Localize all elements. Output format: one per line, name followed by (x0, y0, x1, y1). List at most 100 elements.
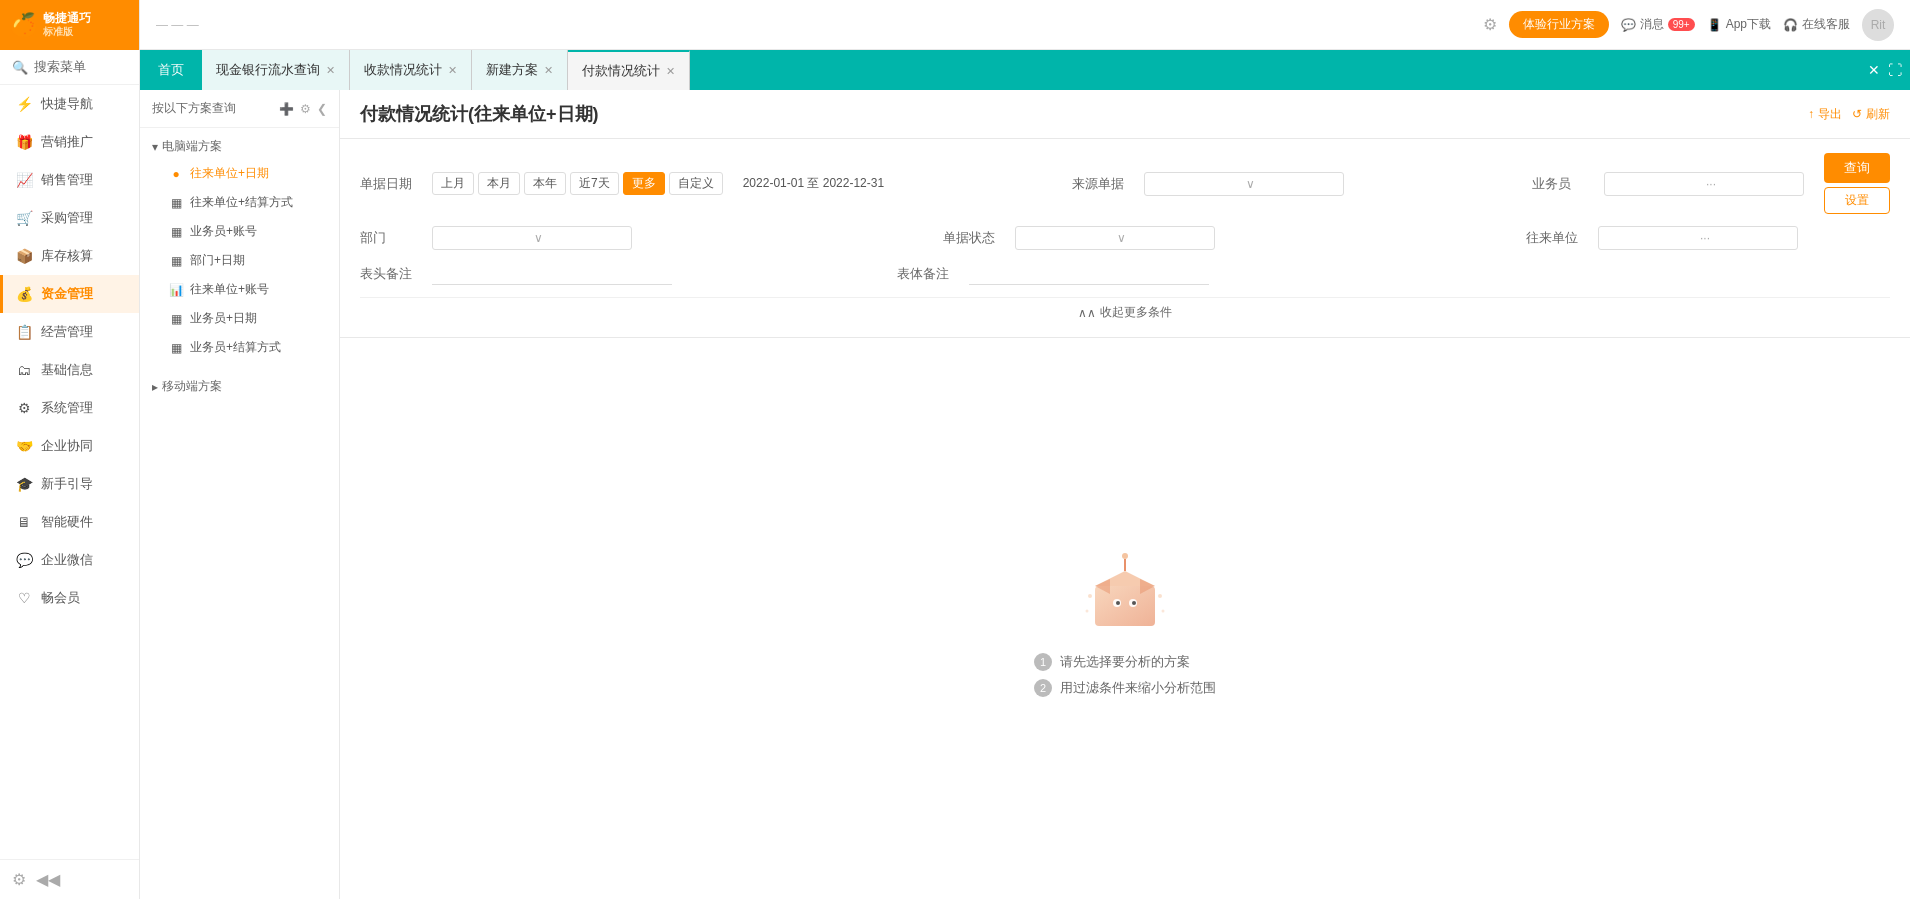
mobile-collapse-arrow: ▸ (152, 380, 158, 394)
edit-scheme-icon[interactable]: ⚙ (300, 102, 311, 116)
trial-btn[interactable]: 体验行业方案 (1509, 11, 1609, 38)
tab-new-scheme[interactable]: 新建方案 ✕ (472, 50, 568, 90)
sidebar-item-wechat[interactable]: 💬 企业微信 (0, 541, 139, 579)
scheme-staff-date[interactable]: ▦ 业务员+日期 (140, 304, 339, 333)
sidebar-item-sales[interactable]: 📈 销售管理 (0, 161, 139, 199)
date-btn-last-month[interactable]: 上月 (432, 172, 474, 195)
sidebar-item-quick-nav[interactable]: ⚡ 快捷导航 (0, 85, 139, 123)
app-name: 畅捷通巧 (43, 11, 91, 25)
settings-bottom-icon[interactable]: ⚙ (12, 870, 26, 889)
body-remark-label: 表体备注 (897, 265, 957, 283)
online-service-btn[interactable]: 🎧 在线客服 (1783, 16, 1850, 33)
date-btn-more[interactable]: 更多 (623, 172, 665, 195)
breadcrumb-text: — — — (156, 18, 199, 32)
sidebar-search[interactable]: 🔍 搜索菜单 (0, 50, 139, 85)
collapse-filter-btn[interactable]: ∧∧ 收起更多条件 (360, 297, 1890, 327)
collapse-left-icon[interactable]: ❮ (317, 102, 327, 116)
tab-home[interactable]: 首页 (140, 50, 202, 90)
set-btn[interactable]: 设置 (1824, 187, 1890, 214)
tip-num-2: 2 (1034, 679, 1052, 697)
sidebar-item-enterprise[interactable]: 🤝 企业协同 (0, 427, 139, 465)
tab-collection-stats-close[interactable]: ✕ (448, 64, 457, 77)
empty-illustration (1075, 541, 1175, 641)
filter-row-remark: 表头备注 表体备注 (360, 262, 1890, 285)
tab-bank-flow-close[interactable]: ✕ (326, 64, 335, 77)
date-btn-custom[interactable]: 自定义 (669, 172, 723, 195)
collapse-arrow: ▾ (152, 140, 158, 154)
partner-select[interactable]: ··· (1598, 226, 1798, 250)
empty-tip-2: 2 用过滤条件来缩小分析范围 (1034, 679, 1216, 697)
wechat-icon: 💬 (15, 551, 33, 569)
scheme-unit-date[interactable]: ● 往来单位+日期 (140, 159, 339, 188)
body-remark-input[interactable] (969, 262, 1209, 285)
sidebar-item-basic-info[interactable]: 🗂 基础信息 (0, 351, 139, 389)
tab-payment-stats-close[interactable]: ✕ (666, 65, 675, 78)
sidebar-item-marketing[interactable]: 🎁 营销推广 (0, 123, 139, 161)
app-download-btn[interactable]: 📱 App下载 (1707, 16, 1771, 33)
scheme-staff-settle[interactable]: ▦ 业务员+结算方式 (140, 333, 339, 362)
sidebar-item-operation[interactable]: 📋 经营管理 (0, 313, 139, 351)
scheme-unit-account[interactable]: 📊 往来单位+账号 (140, 275, 339, 304)
sidebar-item-label: 智能硬件 (41, 513, 93, 531)
scheme-unit-date-label: 往来单位+日期 (190, 165, 269, 182)
scheme-staff-settle-label: 业务员+结算方式 (190, 339, 281, 356)
date-btn-this-month[interactable]: 本月 (478, 172, 520, 195)
sidebar-item-guide[interactable]: 🎓 新手引导 (0, 465, 139, 503)
logo-icon: 🍊 (10, 12, 37, 38)
collapse-filter-label: 收起更多条件 (1100, 304, 1172, 321)
date-btn-7days[interactable]: 近7天 (570, 172, 619, 195)
tab-fullscreen-icon[interactable]: ⛶ (1888, 62, 1902, 78)
head-remark-input[interactable] (432, 262, 672, 285)
mobile-scheme-group: ▸ 移动端方案 (140, 368, 339, 405)
tab-new-scheme-close[interactable]: ✕ (544, 64, 553, 77)
staff-select[interactable]: ··· (1604, 172, 1804, 196)
sidebar-item-label: 采购管理 (41, 209, 93, 227)
sidebar-item-system[interactable]: ⚙ 系统管理 (0, 389, 139, 427)
source-select-arrow: ∨ (1246, 177, 1335, 191)
date-btn-this-year[interactable]: 本年 (524, 172, 566, 195)
app-sub: 标准版 (43, 25, 91, 39)
scheme-dept-date[interactable]: ▦ 部门+日期 (140, 246, 339, 275)
date-label: 单据日期 (360, 175, 420, 193)
gear-icon[interactable]: ⚙ (1483, 15, 1497, 34)
mobile-group-title[interactable]: ▸ 移动端方案 (140, 374, 339, 399)
inventory-icon: 📦 (15, 247, 33, 265)
export-btn[interactable]: ↑ 导出 (1808, 106, 1842, 123)
left-panel: 按以下方案查询 ➕ ⚙ ❮ ▾ 电脑端方案 ● 往来单位+日期 ▦ (140, 90, 340, 899)
sidebar-item-label: 企业微信 (41, 551, 93, 569)
search-label: 搜索菜单 (34, 58, 86, 76)
refresh-btn[interactable]: ↺ 刷新 (1852, 106, 1890, 123)
tip-num-1: 1 (1034, 653, 1052, 671)
sidebar-item-inventory[interactable]: 📦 库存核算 (0, 237, 139, 275)
collapse-sidebar-icon[interactable]: ◀◀ (36, 870, 60, 889)
scheme-unit-settle-label: 往来单位+结算方式 (190, 194, 293, 211)
source-select[interactable]: ∨ (1144, 172, 1344, 196)
desktop-group-title[interactable]: ▾ 电脑端方案 (140, 134, 339, 159)
sidebar-item-vip[interactable]: ♡ 畅会员 (0, 579, 139, 617)
dept-select[interactable]: ∨ (432, 226, 632, 250)
tab-close-all-icon[interactable]: ✕ (1868, 62, 1880, 78)
tab-home-label: 首页 (158, 61, 184, 79)
tab-bank-flow[interactable]: 现金银行流水查询 ✕ (202, 50, 350, 90)
status-select[interactable]: ∨ (1015, 226, 1215, 250)
left-panel-header-icons: ➕ ⚙ ❮ (279, 102, 327, 116)
left-panel-header: 按以下方案查询 ➕ ⚙ ❮ (140, 90, 339, 128)
tab-collection-stats[interactable]: 收款情况统计 ✕ (350, 50, 472, 90)
sidebar-item-purchase[interactable]: 🛒 采购管理 (0, 199, 139, 237)
sidebar-item-smart-hw[interactable]: 🖥 智能硬件 (0, 503, 139, 541)
scheme-unit-settle[interactable]: ▦ 往来单位+结算方式 (140, 188, 339, 217)
dept-date-icon: ▦ (168, 253, 184, 269)
message-btn[interactable]: 💬 消息 99+ (1621, 16, 1695, 33)
message-label: 消息 (1640, 16, 1664, 33)
query-btn[interactable]: 查询 (1824, 153, 1890, 183)
online-service-label: 在线客服 (1802, 16, 1850, 33)
tab-payment-stats[interactable]: 付款情况统计 ✕ (568, 50, 690, 90)
add-scheme-icon[interactable]: ➕ (279, 102, 294, 116)
filter-row-dept: 部门 ∨ 单据状态 ∨ 往来单位 ··· (360, 226, 1890, 250)
user-avatar[interactable]: Rit (1862, 9, 1894, 41)
scheme-staff-account[interactable]: ▦ 业务员+账号 (140, 217, 339, 246)
vip-icon: ♡ (15, 589, 33, 607)
sidebar-item-finance[interactable]: 💰 资金管理 (0, 275, 139, 313)
marketing-icon: 🎁 (15, 133, 33, 151)
partner-select-arrow: ··· (1700, 231, 1789, 245)
